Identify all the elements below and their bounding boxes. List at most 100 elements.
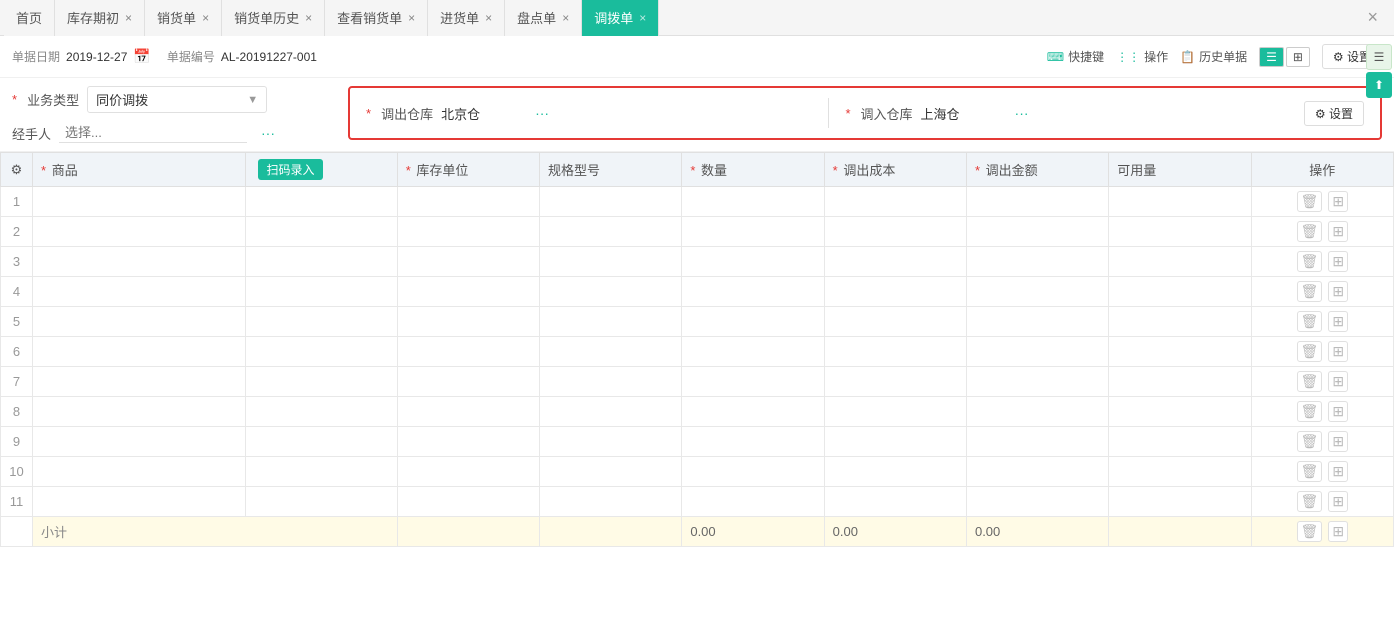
delete-row-btn[interactable]: 🗑 [1297,371,1323,392]
row-product[interactable] [33,247,246,277]
main-close-button[interactable]: × [1359,7,1386,28]
row-product[interactable] [33,367,246,397]
row-product[interactable] [33,187,246,217]
delete-row-btn[interactable]: 🗑 [1297,401,1323,422]
row-cost[interactable] [824,487,966,517]
row-qty[interactable] [682,217,824,247]
tab-sales-history[interactable]: 销货单历史 × [222,0,325,36]
tab-inventory-check[interactable]: 盘点单 × [505,0,582,36]
delete-row-btn[interactable]: 🗑 [1297,251,1323,272]
tab-home[interactable]: 首页 [4,0,55,36]
copy-row-btn[interactable]: ⊞ [1328,251,1348,272]
row-cost[interactable] [824,247,966,277]
row-cost[interactable] [824,457,966,487]
row-product[interactable] [33,337,246,367]
row-spec[interactable] [540,457,682,487]
row-spec[interactable] [540,367,682,397]
row-cost[interactable] [824,397,966,427]
warehouse-in-more-icon[interactable]: ··· [1015,105,1029,121]
row-qty[interactable] [682,367,824,397]
history-action[interactable]: 📋 历史单据 [1180,48,1247,65]
row-qty[interactable] [682,337,824,367]
sidebar-export-btn[interactable]: ⬆ [1366,72,1392,98]
row-unit[interactable] [397,277,539,307]
row-cost[interactable] [824,217,966,247]
row-cost[interactable] [824,187,966,217]
row-product[interactable] [33,217,246,247]
tab-sales-history-close[interactable]: × [305,11,312,25]
copy-row-btn[interactable]: ⊞ [1328,461,1348,482]
delete-row-btn[interactable]: 🗑 [1297,461,1323,482]
shortcut-action[interactable]: ⌨ 快捷键 [1047,48,1104,65]
row-cost[interactable] [824,277,966,307]
row-product[interactable] [33,457,246,487]
person-input[interactable] [59,123,247,143]
sidebar-list-btn[interactable]: ☰ [1366,44,1392,70]
row-unit[interactable] [397,397,539,427]
row-amount[interactable] [966,487,1108,517]
row-cost[interactable] [824,367,966,397]
row-spec[interactable] [540,277,682,307]
row-unit[interactable] [397,247,539,277]
row-spec[interactable] [540,337,682,367]
row-amount[interactable] [966,397,1108,427]
row-product[interactable] [33,427,246,457]
row-spec[interactable] [540,427,682,457]
delete-row-btn[interactable]: 🗑 [1297,191,1323,212]
row-amount[interactable] [966,187,1108,217]
row-spec[interactable] [540,247,682,277]
copy-row-btn[interactable]: ⊞ [1328,311,1348,332]
tab-inventory-init-close[interactable]: × [125,11,132,25]
row-amount[interactable] [966,367,1108,397]
tab-purchase-order[interactable]: 进货单 × [428,0,505,36]
row-product[interactable] [33,487,246,517]
delete-row-btn[interactable]: 🗑 [1297,341,1323,362]
row-amount[interactable] [966,457,1108,487]
delete-row-btn[interactable]: 🗑 [1297,221,1323,242]
copy-row-btn[interactable]: ⊞ [1328,371,1348,392]
row-product[interactable] [33,277,246,307]
row-unit[interactable] [397,457,539,487]
tab-sales-order[interactable]: 销货单 × [145,0,222,36]
operation-action[interactable]: ⋮⋮ 操作 [1116,48,1168,65]
row-amount[interactable] [966,217,1108,247]
delete-row-btn[interactable]: 🗑 [1297,311,1323,332]
copy-row-btn[interactable]: ⊞ [1328,431,1348,452]
row-amount[interactable] [966,337,1108,367]
delete-row-btn[interactable]: 🗑 [1297,281,1323,302]
row-cost[interactable] [824,427,966,457]
row-qty[interactable] [682,427,824,457]
row-amount[interactable] [966,427,1108,457]
row-product[interactable] [33,397,246,427]
warehouse-out-more-icon[interactable]: ··· [535,105,549,121]
delete-row-btn[interactable]: 🗑 [1297,491,1323,512]
form-settings-button[interactable]: ⚙ 设置 [1304,101,1364,126]
row-product[interactable] [33,307,246,337]
row-qty[interactable] [682,307,824,337]
tab-inventory-init[interactable]: 库存期初 × [55,0,145,36]
row-amount[interactable] [966,307,1108,337]
row-qty[interactable] [682,247,824,277]
row-unit[interactable] [397,427,539,457]
tab-transfer-order[interactable]: 调拨单 × [582,0,659,36]
subtotal-delete-btn[interactable]: 🗑 [1297,521,1323,542]
copy-row-btn[interactable]: ⊞ [1328,401,1348,422]
tab-inventory-check-close[interactable]: × [562,11,569,25]
row-unit[interactable] [397,217,539,247]
row-amount[interactable] [966,277,1108,307]
row-cost[interactable] [824,337,966,367]
tab-sales-order-close[interactable]: × [202,11,209,25]
row-spec[interactable] [540,307,682,337]
tab-view-sales[interactable]: 查看销货单 × [325,0,428,36]
row-qty[interactable] [682,277,824,307]
tab-purchase-order-close[interactable]: × [485,11,492,25]
row-qty[interactable] [682,487,824,517]
row-qty[interactable] [682,187,824,217]
business-type-select[interactable]: 同价调拨 ▼ [87,86,267,113]
col-gear[interactable]: ⚙ [1,153,33,187]
tab-transfer-order-close[interactable]: × [639,11,646,25]
grid-view-btn[interactable]: ⊞ [1286,47,1310,67]
row-spec[interactable] [540,397,682,427]
row-unit[interactable] [397,187,539,217]
row-unit[interactable] [397,307,539,337]
